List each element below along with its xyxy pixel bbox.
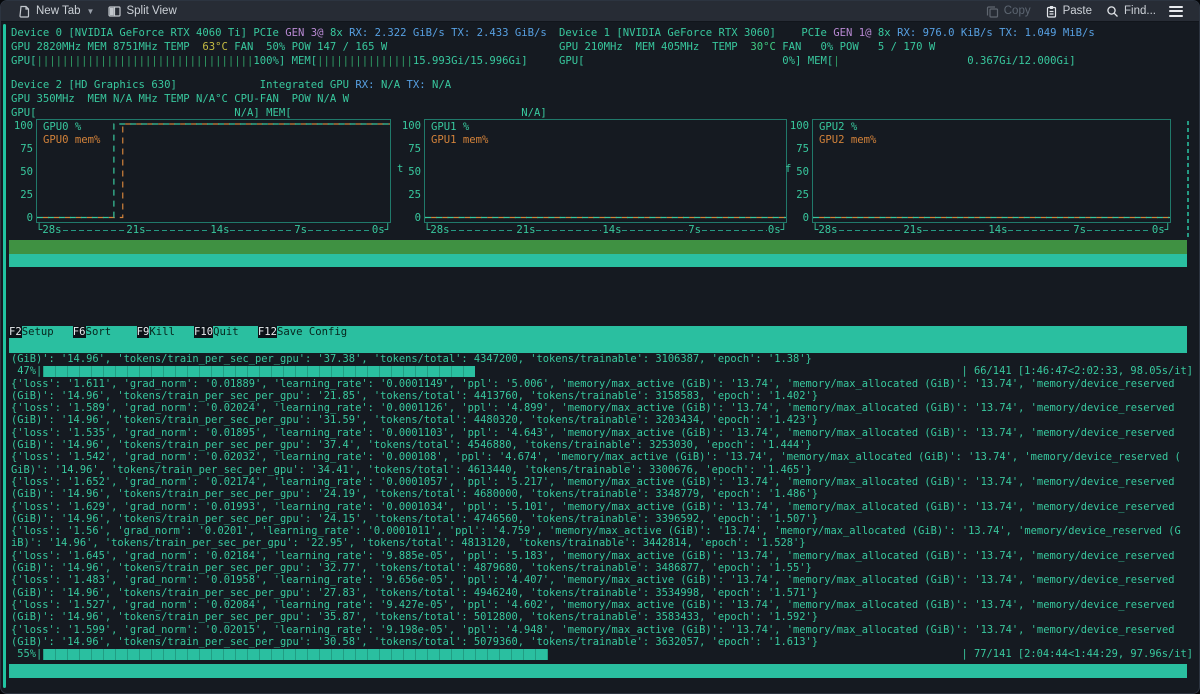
copy-icon — [986, 5, 999, 18]
function-key-bar[interactable]: F2Setup F6Sort F9Kill F10Quit F12Save Co… — [9, 326, 1187, 340]
log-line: (GiB)': '14.96', 'tokens/train_per_sec_p… — [11, 488, 818, 501]
active-block-accent — [3, 24, 6, 688]
find-button[interactable]: Find... — [1099, 1, 1163, 21]
progress-percent: 55%| — [11, 648, 43, 661]
chart-plot-area: GPU1 % GPU1 mem% — [424, 119, 787, 223]
log-line: {'loss': '1.629', 'grad_norm': '0.01993'… — [11, 500, 1175, 513]
terminal-line: Device 1 [NVIDIA GeForce RTX 3060] PCIe … — [559, 27, 1095, 39]
chart-x-axis: └28s 21s 14s 7s 0s┘ — [36, 224, 392, 236]
log-line: {'loss': '1.535', 'grad_norm': '0.01895'… — [11, 426, 1175, 439]
progress-fill — [43, 648, 549, 660]
log-line: GiB)': '14.96', 'tokens/train_per_sec_pe… — [11, 463, 812, 476]
progress-track — [43, 648, 961, 660]
tmux-status-bar-bottom: 0 bash — [9, 664, 1187, 678]
log-line: {'loss': '1.589', 'grad_norm': '0.02024'… — [11, 402, 1175, 415]
terminal-line: GPU[ 0%] MEM[| 0.367Gi/12.000Gi] — [559, 55, 1076, 67]
chart-x-axis: └28s 21s 14s 7s 0s┘ — [424, 224, 788, 236]
chart-y-axis-labels: 100 75 50 25 0 — [13, 120, 33, 224]
new-tab-label: New Tab — [36, 5, 81, 17]
paste-label: Paste — [1062, 5, 1093, 17]
log-line: {'loss': '1.56', 'grad_norm': '0.0201', … — [11, 525, 1181, 538]
split-view-icon — [108, 5, 122, 18]
progress-stats: | 77/141 [2:04:44<1:44:29, 97.96s/it] — [961, 648, 1193, 661]
process-table-header: PID USER DEV TYPE GPU GPU MEM CPU HOST M… — [9, 240, 1187, 254]
terminal-window: New Tab ▼ Split View Copy Paste Find... … — [0, 0, 1200, 694]
log-line: (GiB)': '14.96', 'tokens/train_per_sec_p… — [11, 389, 818, 402]
log-line: {'loss': '1.483', 'grad_norm': '0.01958'… — [11, 574, 1175, 587]
split-view-label: Split View — [126, 5, 177, 17]
chart-x-axis: └28s 21s 14s 7s 0s┘ — [812, 224, 1172, 236]
process-table-row[interactable]: 57065 root 0 Compute 94% 15476MiB 94% 10… — [9, 253, 1187, 267]
new-tab-button[interactable]: New Tab ▼ — [11, 1, 101, 21]
chart-legend: GPU2 % GPU2 mem% — [819, 121, 877, 146]
progress-bar-line: 55%| | 77/141 [2:04:44<1:44:29, 97.96s/it… — [11, 648, 1193, 660]
training-log[interactable]: (GiB)': '14.96', 'tokens/train_per_sec_p… — [11, 353, 1193, 660]
progress-fill — [43, 365, 475, 377]
log-line: iB)': '14.96', 'tokens/train_per_sec_per… — [11, 537, 806, 550]
log-line: (GiB)': '14.96', 'tokens/train_per_sec_p… — [11, 414, 818, 427]
new-tab-icon — [18, 5, 31, 18]
chevron-down-icon[interactable]: ▼ — [87, 7, 95, 16]
chart-legend: GPU0 % GPU0 mem% — [43, 121, 101, 146]
clipped-panel-border — [1187, 121, 1189, 237]
log-line: {'loss': '1.652', 'grad_norm': '0.02174'… — [11, 475, 1175, 488]
gpu-usage-chart: 100 75 50 25 0 t GPU1 % GPU1 mem% └28s 21s 14s 7s 0s… — [397, 119, 787, 238]
terminal-line: GPU[||||||||||||||||||||||||||||||||||10… — [11, 55, 528, 67]
progress-bar-line: 47%| | 66/141 [1:46:47<2:02:33, 98.05s/it… — [11, 365, 1193, 377]
search-icon — [1106, 5, 1119, 18]
tmux-status-bar-top: 1 bash — [9, 339, 1187, 353]
log-line: (GiB)': '14.96', 'tokens/train_per_sec_p… — [11, 611, 818, 624]
log-line: {'loss': '1.599', 'grad_norm': '0.02015'… — [11, 623, 1175, 636]
progress-percent: 47%| — [11, 365, 43, 378]
progress-stats: | 66/141 [1:46:47<2:02:33, 98.05s/it] — [961, 365, 1193, 378]
chart-plot-area: GPU0 % GPU0 mem% — [36, 119, 391, 223]
terminal-line: Device 2 [HD Graphics 630] Integrated GP… — [11, 79, 452, 91]
paste-button[interactable]: Paste — [1038, 1, 1099, 21]
gpu-usage-chart: 100 75 50 25 0 f GPU2 % GPU2 mem% └28s 21s 14s 7s 0s… — [785, 119, 1171, 238]
gpu-usage-chart: 100 75 50 25 0 GPU0 % GPU0 mem% └28s 21s 14s 7s 0s┘ — [9, 119, 391, 238]
log-line: (GiB)': '14.96', 'tokens/train_per_sec_p… — [11, 512, 818, 525]
split-view-button[interactable]: Split View — [101, 1, 183, 21]
chart-legend: GPU1 % GPU1 mem% — [431, 121, 489, 146]
log-line: (GiB)': '14.96', 'tokens/train_per_sec_p… — [11, 562, 812, 575]
terminal-line: GPU 210MHz MEM 405MHz TEMP 30°C FAN 0% P… — [559, 41, 936, 53]
chart-plot-area: GPU2 % GPU2 mem% — [812, 119, 1171, 223]
log-line: {'loss': '1.542', 'grad_norm': '0.02032'… — [11, 451, 1181, 464]
terminal-line: GPU 350MHz MEM N/A MHz TEMP N/A°C CPU-FA… — [11, 93, 350, 105]
paste-icon — [1045, 5, 1058, 18]
progress-track — [43, 365, 961, 377]
log-line: {'loss': '1.527', 'grad_norm': '0.02084'… — [11, 598, 1175, 611]
clipped-character: f — [785, 163, 792, 175]
find-label: Find... — [1124, 5, 1156, 17]
copy-button[interactable]: Copy — [979, 1, 1038, 21]
log-line: (GiB)': '14.96', 'tokens/train_per_sec_p… — [11, 439, 812, 452]
log-line: (GiB)': '14.96', 'tokens/train_per_sec_p… — [11, 635, 818, 648]
clipped-character: t — [397, 163, 404, 175]
menu-button[interactable] — [1163, 5, 1189, 17]
copy-label: Copy — [1003, 5, 1031, 17]
log-line: (GiB)': '14.96', 'tokens/train_per_sec_p… — [11, 586, 818, 599]
log-line: (GiB)': '14.96', 'tokens/train_per_sec_p… — [11, 353, 812, 365]
log-line: {'loss': '1.645', 'grad_norm': '0.02184'… — [11, 549, 1175, 562]
terminal-line: GPU 2820MHz MEM 8751MHz TEMP 63°C FAN 50… — [11, 41, 388, 53]
log-line: {'loss': '1.611', 'grad_norm': '0.01889'… — [11, 377, 1175, 390]
terminal-tab-bar: New Tab ▼ Split View Copy Paste Find... — [1, 1, 1199, 22]
terminal-line: Device 0 [NVIDIA GeForce RTX 4060 Ti] PC… — [11, 27, 547, 39]
